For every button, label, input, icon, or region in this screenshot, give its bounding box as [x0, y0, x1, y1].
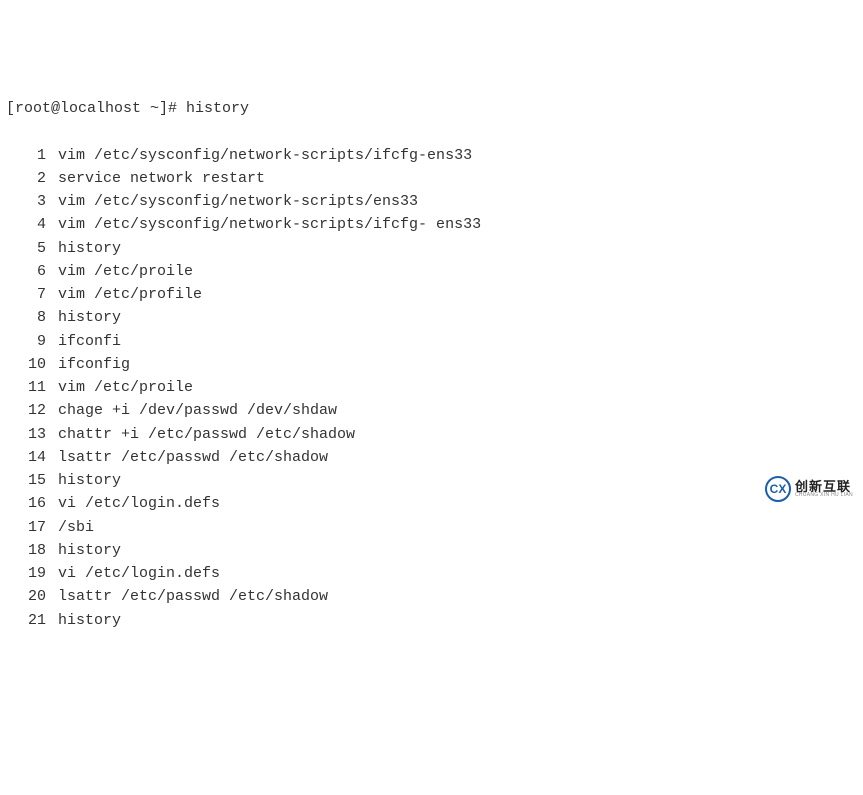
history-command: vim /etc/proile	[58, 376, 193, 399]
history-row: 13chattr +i /etc/passwd /etc/shadow	[6, 423, 857, 446]
history-number: 13	[6, 423, 58, 446]
history-command: history	[58, 539, 121, 562]
history-row: 14lsattr /etc/passwd /etc/shadow	[6, 446, 857, 469]
history-number: 12	[6, 399, 58, 422]
history-number: 10	[6, 353, 58, 376]
history-number: 21	[6, 609, 58, 632]
history-output: 1vim /etc/sysconfig/network-scripts/ifcf…	[6, 144, 857, 632]
history-number: 15	[6, 469, 58, 492]
watermark-text: 创新互联 CHUANG XIN HU LIAN	[795, 480, 853, 498]
history-command: /sbi	[58, 516, 94, 539]
history-number: 4	[6, 213, 58, 236]
history-row: 19vi /etc/login.defs	[6, 562, 857, 585]
history-command: history	[58, 237, 121, 260]
history-command: service network restart	[58, 167, 265, 190]
history-number: 6	[6, 260, 58, 283]
history-command: vi /etc/login.defs	[58, 492, 220, 515]
history-command: history	[58, 609, 121, 632]
history-command: vim /etc/sysconfig/network-scripts/ifcfg…	[58, 213, 481, 236]
watermark-logo: CX 创新互联 CHUANG XIN HU LIAN	[765, 474, 857, 504]
typed-command: history	[186, 100, 249, 117]
history-command: lsattr /etc/passwd /etc/shadow	[58, 585, 328, 608]
history-row: 21history	[6, 609, 857, 632]
watermark-icon: CX	[765, 476, 791, 502]
history-row: 15history	[6, 469, 857, 492]
history-number: 19	[6, 562, 58, 585]
history-command: vim /etc/sysconfig/network-scripts/ens33	[58, 190, 418, 213]
history-command: lsattr /etc/passwd /etc/shadow	[58, 446, 328, 469]
terminal-prompt-line: [root@localhost ~]# history	[6, 97, 857, 120]
history-row: 4vim /etc/sysconfig/network-scripts/ifcf…	[6, 213, 857, 236]
history-row: 3vim /etc/sysconfig/network-scripts/ens3…	[6, 190, 857, 213]
history-number: 2	[6, 167, 58, 190]
history-command: vi /etc/login.defs	[58, 562, 220, 585]
history-command: ifconfi	[58, 330, 121, 353]
history-number: 8	[6, 306, 58, 329]
history-row: 5history	[6, 237, 857, 260]
history-number: 1	[6, 144, 58, 167]
history-number: 18	[6, 539, 58, 562]
history-row: 2service network restart	[6, 167, 857, 190]
shell-prompt: [root@localhost ~]#	[6, 100, 186, 117]
history-command: chattr +i /etc/passwd /etc/shadow	[58, 423, 355, 446]
history-number: 20	[6, 585, 58, 608]
history-row: 18history	[6, 539, 857, 562]
history-row: 6vim /etc/proile	[6, 260, 857, 283]
history-row: 11vim /etc/proile	[6, 376, 857, 399]
watermark-en: CHUANG XIN HU LIAN	[795, 493, 853, 498]
history-row: 10ifconfig	[6, 353, 857, 376]
history-command: vim /etc/sysconfig/network-scripts/ifcfg…	[58, 144, 472, 167]
history-row: 8history	[6, 306, 857, 329]
history-number: 9	[6, 330, 58, 353]
history-number: 7	[6, 283, 58, 306]
history-number: 16	[6, 492, 58, 515]
history-number: 17	[6, 516, 58, 539]
history-command: vim /etc/proile	[58, 260, 193, 283]
history-row: 20lsattr /etc/passwd /etc/shadow	[6, 585, 857, 608]
history-command: history	[58, 306, 121, 329]
history-row: 16vi /etc/login.defs	[6, 492, 857, 515]
history-number: 5	[6, 237, 58, 260]
history-row: 7vim /etc/profile	[6, 283, 857, 306]
history-number: 14	[6, 446, 58, 469]
history-number: 11	[6, 376, 58, 399]
history-row: 12chage +i /dev/passwd /dev/shdaw	[6, 399, 857, 422]
history-command: history	[58, 469, 121, 492]
history-row: 17/sbi	[6, 516, 857, 539]
history-command: chage +i /dev/passwd /dev/shdaw	[58, 399, 337, 422]
history-command: vim /etc/profile	[58, 283, 202, 306]
history-row: 1vim /etc/sysconfig/network-scripts/ifcf…	[6, 144, 857, 167]
history-row: 9ifconfi	[6, 330, 857, 353]
history-command: ifconfig	[58, 353, 130, 376]
history-number: 3	[6, 190, 58, 213]
